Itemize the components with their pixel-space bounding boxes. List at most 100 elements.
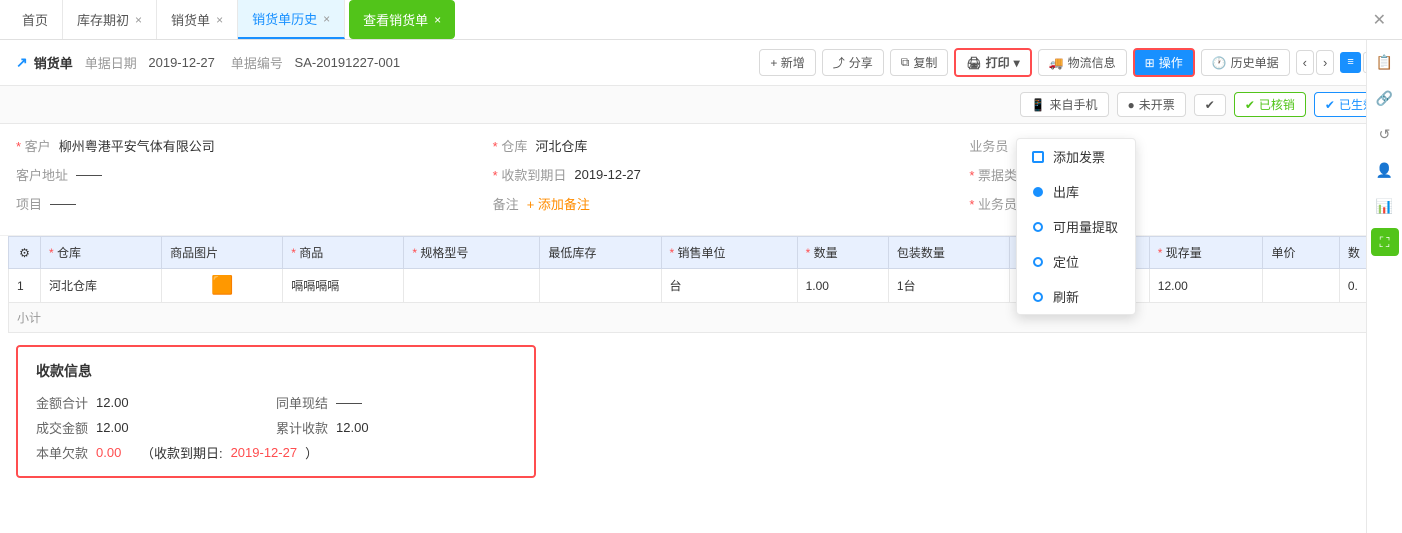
note-label: 备注 bbox=[493, 194, 519, 213]
row-sales-unit: 台 bbox=[661, 269, 797, 303]
effective-icon: ✔ bbox=[1325, 98, 1335, 112]
address-label: 客户地址 bbox=[16, 165, 68, 184]
tab-sales-order[interactable]: 销货单 × bbox=[157, 0, 238, 39]
approved-button[interactable]: ✔ 已核销 bbox=[1234, 92, 1306, 117]
col-product-img: 商品图片 bbox=[162, 237, 283, 269]
doc-type-label: 销货单 bbox=[34, 53, 73, 72]
total-amount-value: 12.00 bbox=[96, 395, 129, 410]
form-row-1: 客户 柳州粤港平安气体有限公司 仓库 河北仓库 业务员 演示账号 bbox=[16, 136, 1386, 155]
address-field: 客户地址 —— bbox=[16, 165, 433, 184]
same-order-label: 同单现结 bbox=[276, 393, 328, 412]
row-warehouse: 河北仓库 bbox=[41, 269, 162, 303]
col-stock: * 现存量 bbox=[1149, 237, 1263, 269]
tab-sales-history[interactable]: 销货单历史 × bbox=[238, 0, 345, 39]
invoice-icon: ● bbox=[1128, 98, 1135, 112]
payment-box: 收款信息 金额合计 12.00 同单现结 —— 成交金额 12.00 bbox=[16, 345, 536, 478]
add-note-link[interactable]: 添加备注 bbox=[527, 194, 590, 213]
tab-sales-order-close[interactable]: × bbox=[216, 13, 223, 27]
locate-label: 定位 bbox=[1053, 252, 1079, 271]
sidebar-icon-2[interactable]: 🔗 bbox=[1371, 84, 1399, 112]
logistics-icon: 🚚 bbox=[1049, 56, 1064, 70]
tab-sales-history-close[interactable]: × bbox=[323, 12, 330, 26]
sidebar-icon-4[interactable]: 👤 bbox=[1371, 156, 1399, 184]
copy-button[interactable]: ⧉ 复制 bbox=[890, 49, 949, 76]
payment-date-label: 收款到期日 bbox=[493, 165, 567, 184]
share-icon: ⤴ bbox=[833, 54, 845, 71]
tab-sales-history-label: 销货单历史 bbox=[252, 9, 317, 28]
tab-inventory-init-label: 库存期初 bbox=[77, 10, 129, 29]
sidebar-icon-fullscreen[interactable]: ⛶ bbox=[1371, 228, 1399, 256]
history-button[interactable]: 🕐 历史单据 bbox=[1201, 49, 1290, 76]
tab-home[interactable]: 首页 bbox=[8, 0, 63, 39]
next-arrow[interactable]: › bbox=[1316, 50, 1334, 75]
available-qty-icon bbox=[1031, 220, 1045, 234]
add-invoice-item[interactable]: 添加发票 bbox=[1017, 139, 1135, 174]
check-button[interactable]: ✔ bbox=[1194, 94, 1226, 116]
sidebar-icon-1[interactable]: 📋 bbox=[1371, 48, 1399, 76]
cumulative-receipt-row: 累计收款 12.00 bbox=[276, 418, 516, 437]
new-button[interactable]: + 新增 bbox=[759, 49, 815, 76]
subtotal-label: 小计 bbox=[9, 303, 1394, 333]
from-phone-button[interactable]: 📱 来自手机 bbox=[1020, 92, 1109, 117]
sidebar-icon-5[interactable]: 📊 bbox=[1371, 192, 1399, 220]
transaction-amount-value: 12.00 bbox=[96, 420, 129, 435]
same-order-settlement-row: 同单现结 —— bbox=[276, 393, 516, 412]
refresh-item[interactable]: 刷新 bbox=[1017, 279, 1135, 314]
operations-icon: ⊞ bbox=[1145, 56, 1155, 70]
tab-view-sales-label: 查看销货单 bbox=[363, 10, 428, 29]
not-open-button[interactable]: ● 未开票 bbox=[1117, 92, 1186, 117]
print-button[interactable]: 🖨 打印 ▾ bbox=[954, 48, 1031, 77]
row-quantity: 1.00 bbox=[797, 269, 888, 303]
due-date-bracket: （收款到期日: bbox=[141, 443, 223, 462]
tab-bar: 首页 库存期初 × 销货单 × 销货单历史 × 查看销货单 × ✕ bbox=[0, 0, 1402, 40]
share-button[interactable]: ⤴ 分享 bbox=[822, 49, 884, 76]
warehouse-label: 仓库 bbox=[493, 136, 528, 155]
project-field: 项目 —— bbox=[16, 194, 433, 213]
sidebar-icon-3[interactable]: ↺ bbox=[1371, 120, 1399, 148]
tab-view-sales-close[interactable]: × bbox=[434, 13, 441, 27]
due-date-value: 2019-12-27 bbox=[231, 445, 298, 460]
table-wrap: ⚙ * 仓库 商品图片 * 商品 * 规格型号 最低库存 * 销售单位 * 数量… bbox=[8, 236, 1394, 333]
prev-arrow[interactable]: ‹ bbox=[1296, 50, 1314, 75]
print-dropdown-arrow: ▾ bbox=[1014, 56, 1020, 70]
col-product: * 商品 bbox=[283, 237, 404, 269]
operations-button[interactable]: ⊞ 操作 bbox=[1133, 48, 1195, 77]
refresh-icon bbox=[1031, 290, 1045, 304]
tab-inventory-init[interactable]: 库存期初 × bbox=[63, 0, 157, 39]
form-section: 客户 柳州粤港平安气体有限公司 仓库 河北仓库 业务员 演示账号 客户地址 —— bbox=[0, 124, 1402, 236]
payment-date-field: 收款到期日 2019-12-27 bbox=[493, 165, 910, 184]
available-qty-item[interactable]: 可用量提取 bbox=[1017, 209, 1135, 244]
row-min-stock bbox=[540, 269, 661, 303]
print-icon: 🖨 bbox=[966, 56, 981, 70]
same-order-value: —— bbox=[336, 395, 362, 410]
doc-title: ↗ 销货单 bbox=[16, 53, 73, 72]
row-seq: 1 bbox=[9, 269, 41, 303]
outbound-item[interactable]: 出库 bbox=[1017, 174, 1135, 209]
due-date-text bbox=[129, 445, 133, 460]
col-quantity: * 数量 bbox=[797, 237, 888, 269]
total-amount-row: 金额合计 12.00 bbox=[36, 393, 276, 412]
date-label: 单据日期 bbox=[85, 53, 137, 72]
locate-icon bbox=[1031, 255, 1045, 269]
outbound-label: 出库 bbox=[1053, 182, 1079, 201]
tab-view-sales[interactable]: 查看销货单 × bbox=[349, 0, 455, 39]
date-label-text: 单据日期 2019-12-27 bbox=[85, 53, 215, 72]
col-spec: * 规格型号 bbox=[404, 237, 540, 269]
available-qty-label: 可用量提取 bbox=[1053, 217, 1118, 236]
products-table: ⚙ * 仓库 商品图片 * 商品 * 规格型号 最低库存 * 销售单位 * 数量… bbox=[8, 236, 1394, 333]
customer-value: 柳州粤港平安气体有限公司 bbox=[59, 136, 215, 155]
phone-icon: 📱 bbox=[1031, 98, 1046, 112]
tab-inventory-init-close[interactable]: × bbox=[135, 13, 142, 27]
row-stock: 12.00 bbox=[1149, 269, 1263, 303]
locate-item[interactable]: 定位 bbox=[1017, 244, 1135, 279]
row-product-img: 🟧 bbox=[162, 269, 283, 303]
view-list-button[interactable]: ≡ bbox=[1340, 52, 1360, 73]
window-close-icon[interactable]: ✕ bbox=[1365, 8, 1394, 33]
due-date-end: ） bbox=[305, 443, 318, 462]
sales-order-icon: ↗ bbox=[16, 54, 28, 71]
operations-dropdown: 添加发票 出库 可用量提取 定位 bbox=[1016, 138, 1136, 315]
tab-bar-right: ✕ bbox=[1365, 10, 1394, 30]
logistics-button[interactable]: 🚚 物流信息 bbox=[1038, 49, 1127, 76]
history-icon: 🕐 bbox=[1212, 56, 1227, 70]
transaction-amount-row: 成交金额 12.00 bbox=[36, 418, 276, 437]
